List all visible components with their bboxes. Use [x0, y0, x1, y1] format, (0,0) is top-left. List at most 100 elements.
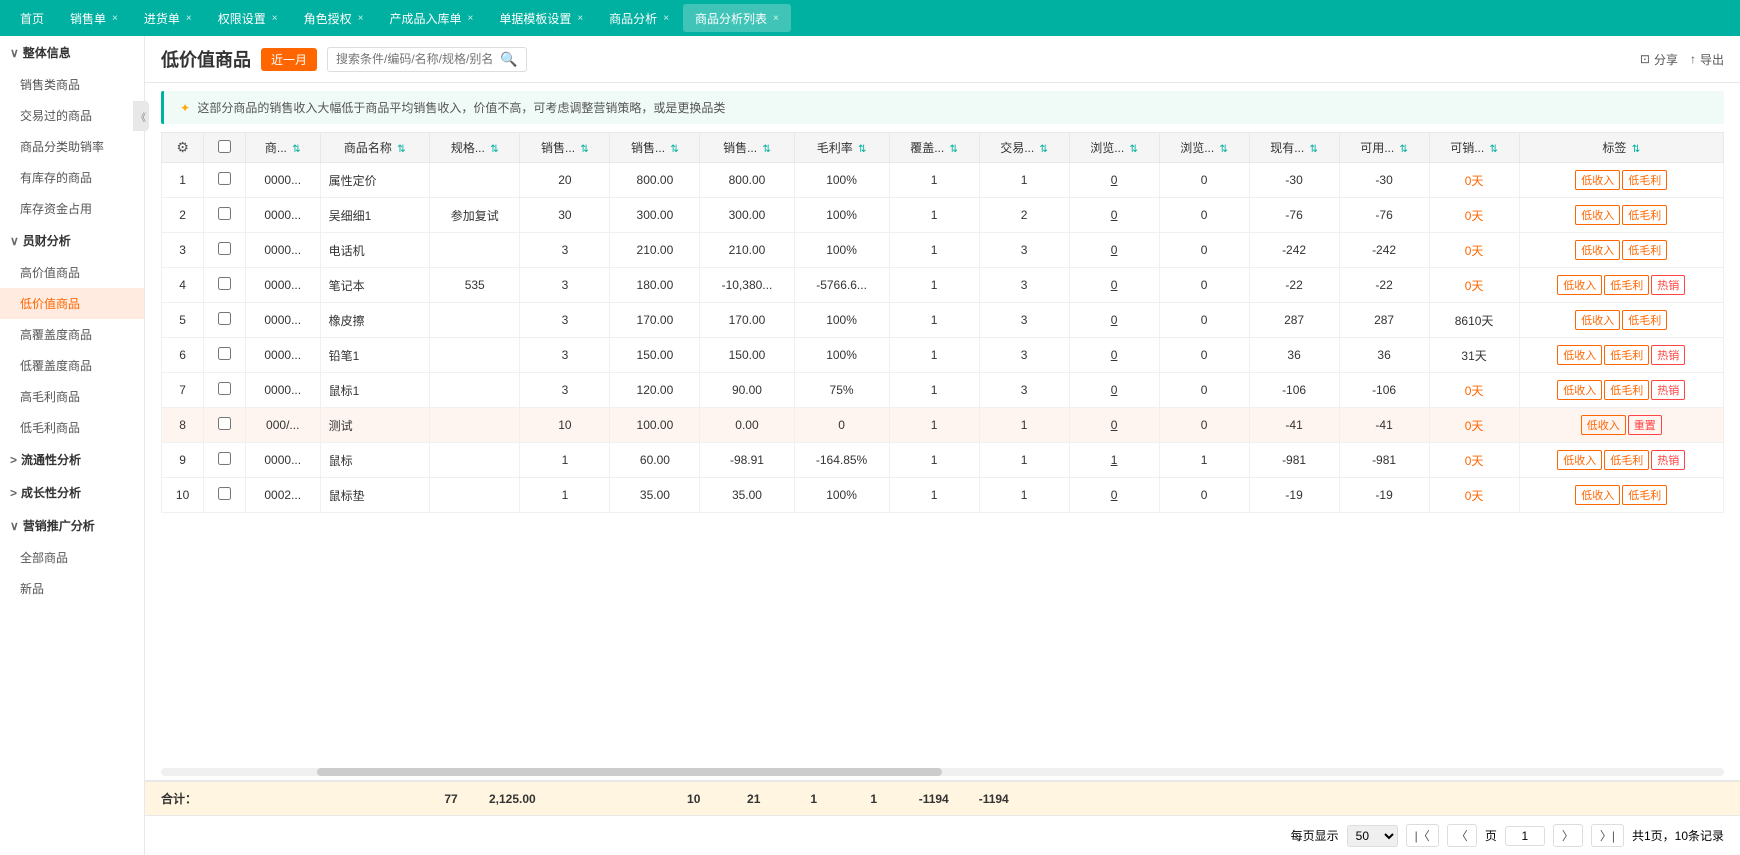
sidebar-item-stock-capital[interactable]: 库存资金占用 — [0, 193, 144, 224]
table-container[interactable]: ⚙ 商... ⇅ 商品名称 ⇅ 规格... ⇅ 销售... ⇅ 销售... ⇅ … — [145, 132, 1740, 768]
nav-product-analysis[interactable]: 商品分析 × — [597, 4, 681, 32]
column-browse2[interactable]: 浏览... ⇅ — [1159, 133, 1249, 163]
page-number-input[interactable] — [1505, 826, 1545, 846]
nav-sales-order[interactable]: 销售单 × — [58, 4, 130, 32]
sidebar-group-finance[interactable]: ∨员财分析 — [0, 224, 144, 257]
close-icon[interactable]: × — [272, 13, 278, 24]
horizontal-scrollbar[interactable] — [161, 768, 1724, 776]
sidebar-item-low-value[interactable]: 低价值商品 — [0, 288, 144, 319]
column-col3[interactable]: 销售... ⇅ — [700, 133, 794, 163]
row-checkbox[interactable] — [218, 312, 231, 325]
browse-link[interactable]: 0 — [1111, 243, 1118, 257]
nav-purchase-order[interactable]: 进货单 × — [132, 4, 204, 32]
gear-icon[interactable]: ⚙ — [176, 139, 189, 155]
close-icon[interactable]: × — [112, 13, 118, 24]
nav-product-analysis-list[interactable]: 商品分析列表 × — [683, 4, 791, 32]
sidebar-item-sales-goods[interactable]: 销售类商品 — [0, 69, 144, 100]
nav-home[interactable]: 首页 — [8, 4, 56, 32]
browse-link[interactable]: 0 — [1111, 173, 1118, 187]
per-page-select[interactable]: 50 100 200 — [1347, 825, 1398, 847]
browse-link[interactable]: 0 — [1111, 313, 1118, 327]
sidebar-item-low-margin[interactable]: 低毛利商品 — [0, 412, 144, 443]
cell-sell-days: 0天 — [1429, 443, 1519, 478]
column-stock[interactable]: 现有... ⇅ — [1249, 133, 1339, 163]
browse-link[interactable]: 0 — [1111, 383, 1118, 397]
browse-link[interactable]: 0 — [1111, 278, 1118, 292]
column-col1[interactable]: 销售... ⇅ — [520, 133, 610, 163]
browse-link[interactable]: 1 — [1111, 453, 1118, 467]
share-button[interactable]: ⊡ 分享 — [1640, 51, 1678, 68]
sidebar-item-traded-goods[interactable]: 交易过的商品 — [0, 100, 144, 131]
sidebar-item-low-coverage[interactable]: 低覆盖度商品 — [0, 350, 144, 381]
column-spec[interactable]: 规格... ⇅ — [430, 133, 520, 163]
column-browse1[interactable]: 浏览... ⇅ — [1069, 133, 1159, 163]
sidebar-item-new-goods[interactable]: 新品 — [0, 573, 144, 604]
browse-link[interactable]: 0 — [1111, 208, 1118, 222]
row-checkbox[interactable] — [218, 242, 231, 255]
cell-col1: 3 — [520, 268, 610, 303]
row-checkbox[interactable] — [218, 487, 231, 500]
sidebar-item-all-goods[interactable]: 全部商品 — [0, 542, 144, 573]
cell-checkbox — [204, 303, 246, 338]
row-checkbox[interactable] — [218, 417, 231, 430]
close-icon[interactable]: × — [663, 13, 669, 24]
column-cover[interactable]: 覆盖... ⇅ — [889, 133, 979, 163]
last-page-button[interactable]: 〉| — [1591, 824, 1624, 847]
browse-link[interactable]: 0 — [1111, 418, 1118, 432]
close-icon[interactable]: × — [186, 13, 192, 24]
column-trade[interactable]: 交易... ⇅ — [979, 133, 1069, 163]
browse-link[interactable]: 0 — [1111, 348, 1118, 362]
sidebar-group-overview[interactable]: ∨整体信息 — [0, 36, 144, 69]
nav-role-auth[interactable]: 角色授权 × — [292, 4, 376, 32]
column-code[interactable]: 商... ⇅ — [245, 133, 320, 163]
sidebar-item-high-coverage[interactable]: 高覆盖度商品 — [0, 319, 144, 350]
column-sell-days[interactable]: 可销... ⇅ — [1429, 133, 1519, 163]
sidebar-item-category-rate[interactable]: 商品分类助销率 — [0, 131, 144, 162]
first-page-button[interactable]: |〈 — [1406, 824, 1439, 847]
cell-checkbox — [204, 408, 246, 443]
close-icon[interactable]: × — [577, 13, 583, 24]
cell-index: 1 — [162, 163, 204, 198]
row-checkbox[interactable] — [218, 347, 231, 360]
sidebar-collapse-button[interactable]: 《 — [133, 101, 149, 131]
close-icon[interactable]: × — [358, 13, 364, 24]
nav-warehouse-in[interactable]: 产成品入库单 × — [377, 4, 485, 32]
select-all-checkbox[interactable] — [218, 140, 231, 153]
nav-permission[interactable]: 权限设置 × — [206, 4, 290, 32]
cell-checkbox — [204, 478, 246, 513]
cell-col2: 35.00 — [610, 478, 700, 513]
browse-link[interactable]: 0 — [1111, 488, 1118, 502]
row-checkbox[interactable] — [218, 207, 231, 220]
scrollbar-thumb[interactable] — [317, 768, 942, 776]
cell-avail: -41 — [1339, 408, 1429, 443]
sidebar-item-stock-goods[interactable]: 有库存的商品 — [0, 162, 144, 193]
close-icon[interactable]: × — [467, 13, 473, 24]
search-icon[interactable]: 🔍 — [500, 51, 517, 68]
row-checkbox[interactable] — [218, 382, 231, 395]
column-tags[interactable]: 标签 ⇅ — [1519, 133, 1723, 163]
sidebar-group-liquidity[interactable]: >流通性分析 — [0, 443, 144, 476]
cell-col2: 170.00 — [610, 303, 700, 338]
cell-name: 鼠标 — [320, 443, 429, 478]
column-avail[interactable]: 可用... ⇅ — [1339, 133, 1429, 163]
prev-page-button[interactable]: 〈 — [1447, 824, 1477, 847]
sidebar-group-growth[interactable]: >成长性分析 — [0, 476, 144, 509]
sidebar-item-high-margin[interactable]: 高毛利商品 — [0, 381, 144, 412]
date-filter-button[interactable]: 近一月 — [261, 48, 317, 71]
sidebar-group-marketing[interactable]: ∨营销推广分析 — [0, 509, 144, 542]
cell-tags: 低收入低毛利热销 — [1519, 268, 1723, 303]
column-name[interactable]: 商品名称 ⇅ — [320, 133, 429, 163]
sidebar-item-high-value[interactable]: 高价值商品 — [0, 257, 144, 288]
column-gross-rate[interactable]: 毛利率 ⇅ — [794, 133, 889, 163]
next-page-button[interactable]: 〉 — [1553, 824, 1583, 847]
nav-template[interactable]: 单据模板设置 × — [487, 4, 595, 32]
column-gear[interactable]: ⚙ — [162, 133, 204, 163]
search-input[interactable] — [336, 52, 496, 66]
close-icon[interactable]: × — [773, 13, 779, 24]
row-checkbox[interactable] — [218, 172, 231, 185]
row-checkbox[interactable] — [218, 452, 231, 465]
export-button[interactable]: ↑ 导出 — [1690, 51, 1724, 68]
cell-spec — [430, 408, 520, 443]
row-checkbox[interactable] — [218, 277, 231, 290]
column-col2[interactable]: 销售... ⇅ — [610, 133, 700, 163]
